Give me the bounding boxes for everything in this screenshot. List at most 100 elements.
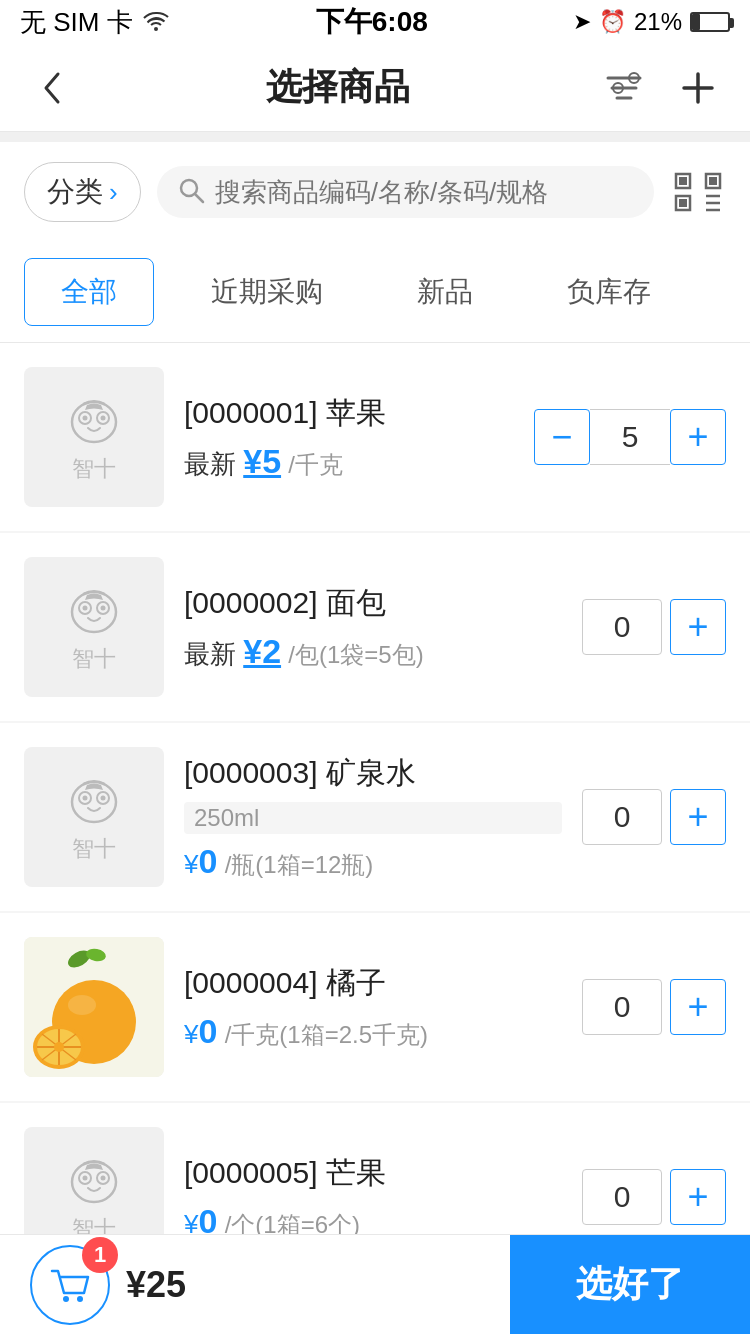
quantity-control: − + (534, 409, 726, 465)
add-icon[interactable] (676, 66, 720, 110)
product-name: [0000003] 矿泉水 (184, 753, 562, 794)
owl-logo: 智十 (59, 1150, 129, 1244)
svg-point-61 (77, 1296, 83, 1302)
alarm-icon: ⏰ (599, 9, 626, 35)
price-unit: /瓶(1箱=12瓶) (225, 851, 374, 878)
status-right: ➤ ⏰ 21% (573, 8, 730, 36)
svg-point-49 (101, 1176, 106, 1181)
product-info: [0000004] 橘子 ¥0 /千克(1箱=2.5千克) (184, 963, 562, 1051)
logo-text: 智十 (72, 644, 116, 674)
product-thumbnail: 智十 (24, 747, 164, 887)
logo-text: 智十 (72, 454, 116, 484)
table-row: 智十 [0000002] 面包 最新 ¥2 /包(1袋=5包) + (0, 533, 750, 721)
location-icon: ➤ (573, 9, 591, 35)
quantity-plus-button[interactable]: + (670, 979, 726, 1035)
svg-rect-12 (709, 177, 717, 185)
table-row: 智十 [0000003] 矿泉水 250ml ¥0 /瓶(1箱=12瓶) + (0, 723, 750, 911)
search-input[interactable] (215, 177, 634, 208)
product-price: ¥0 /千克(1箱=2.5千克) (184, 1012, 562, 1051)
svg-point-37 (68, 995, 96, 1015)
product-info: [0000005] 芒果 ¥0 /个(1箱=6个) (184, 1153, 562, 1241)
product-price: 最新 ¥5 /千克 (184, 442, 514, 482)
cart-total: ¥25 (126, 1264, 186, 1306)
svg-rect-14 (679, 199, 687, 207)
product-info: [0000003] 矿泉水 250ml ¥0 /瓶(1箱=12瓶) (184, 753, 562, 881)
quantity-control: + (582, 979, 726, 1035)
quantity-control: + (582, 789, 726, 845)
chevron-icon: › (109, 177, 118, 208)
quantity-input[interactable] (590, 409, 670, 465)
quantity-plus-button[interactable]: + (670, 1169, 726, 1225)
price-value: ¥5 (243, 442, 281, 480)
owl-logo: 智十 (59, 390, 129, 484)
tab-negative[interactable]: 负库存 (530, 258, 688, 326)
product-list: 智十 [0000001] 苹果 最新 ¥5 /千克 − + (0, 343, 750, 1334)
search-box (157, 166, 654, 218)
tab-new[interactable]: 新品 (380, 258, 510, 326)
svg-point-27 (101, 606, 106, 611)
svg-point-22 (101, 416, 106, 421)
product-name: [0000001] 苹果 (184, 393, 514, 434)
status-time: 下午6:08 (316, 3, 428, 41)
quantity-input[interactable] (582, 1169, 662, 1225)
quantity-minus-button[interactable]: − (534, 409, 590, 465)
price-prefix: 最新 (184, 639, 243, 669)
product-thumbnail: 智十 (24, 557, 164, 697)
quantity-plus-button[interactable]: + (670, 789, 726, 845)
svg-point-31 (83, 796, 88, 801)
price-yen: ¥ (184, 849, 198, 879)
cart-area: 1 ¥25 (0, 1245, 510, 1325)
cart-button[interactable]: 1 (30, 1245, 110, 1325)
quantity-control: + (582, 599, 726, 655)
quantity-input[interactable] (582, 789, 662, 845)
svg-line-8 (195, 194, 203, 202)
svg-point-48 (83, 1176, 88, 1181)
product-name: [0000004] 橘子 (184, 963, 562, 1004)
owl-logo: 智十 (59, 770, 129, 864)
svg-point-32 (101, 796, 106, 801)
product-price: ¥0 /瓶(1箱=12瓶) (184, 842, 562, 881)
product-price: 最新 ¥2 /包(1袋=5包) (184, 632, 562, 672)
category-button[interactable]: 分类 › (24, 162, 141, 222)
bottom-bar: 1 ¥25 选好了 (0, 1234, 750, 1334)
status-bar: 无 SIM 卡 下午6:08 ➤ ⏰ 21% (0, 0, 750, 44)
quantity-input[interactable] (582, 979, 662, 1035)
product-name: [0000002] 面包 (184, 583, 562, 624)
quantity-control: + (582, 1169, 726, 1225)
tab-all[interactable]: 全部 (24, 258, 154, 326)
table-row: [0000004] 橘子 ¥0 /千克(1箱=2.5千克) + (0, 913, 750, 1101)
svg-point-26 (83, 606, 88, 611)
product-info: [0000001] 苹果 最新 ¥5 /千克 (184, 393, 514, 482)
svg-point-21 (83, 416, 88, 421)
wifi-icon (141, 7, 171, 38)
back-button[interactable] (30, 66, 74, 110)
product-thumbnail: 智十 (24, 367, 164, 507)
scan-button[interactable] (670, 170, 726, 214)
product-name: [0000005] 芒果 (184, 1153, 562, 1194)
carrier-text: 无 SIM 卡 (20, 5, 133, 40)
price-value: ¥2 (243, 632, 281, 670)
nav-bar: 选择商品 (0, 44, 750, 132)
cart-badge: 1 (82, 1237, 118, 1273)
price-unit: /包(1袋=5包) (288, 641, 423, 668)
search-icon (177, 176, 205, 208)
quantity-input[interactable] (582, 599, 662, 655)
category-label: 分类 (47, 173, 103, 211)
table-row: 智十 [0000001] 苹果 最新 ¥5 /千克 − + (0, 343, 750, 531)
quantity-plus-button[interactable]: + (670, 599, 726, 655)
filter-bar: 分类 › (0, 142, 750, 242)
battery-text: 21% (634, 8, 682, 36)
price-value: 0 (198, 842, 217, 880)
battery-icon (690, 12, 730, 32)
filter-icon[interactable] (602, 66, 646, 110)
owl-logo: 智十 (59, 580, 129, 674)
price-unit: /千克 (288, 451, 343, 478)
product-thumbnail (24, 937, 164, 1077)
product-info: [0000002] 面包 最新 ¥2 /包(1袋=5包) (184, 583, 562, 672)
quantity-plus-button[interactable]: + (670, 409, 726, 465)
tab-bar: 全部 近期采购 新品 负库存 (0, 242, 750, 343)
svg-rect-10 (679, 177, 687, 185)
svg-point-44 (54, 1042, 64, 1052)
tab-recent[interactable]: 近期采购 (174, 258, 360, 326)
confirm-button[interactable]: 选好了 (510, 1235, 750, 1335)
